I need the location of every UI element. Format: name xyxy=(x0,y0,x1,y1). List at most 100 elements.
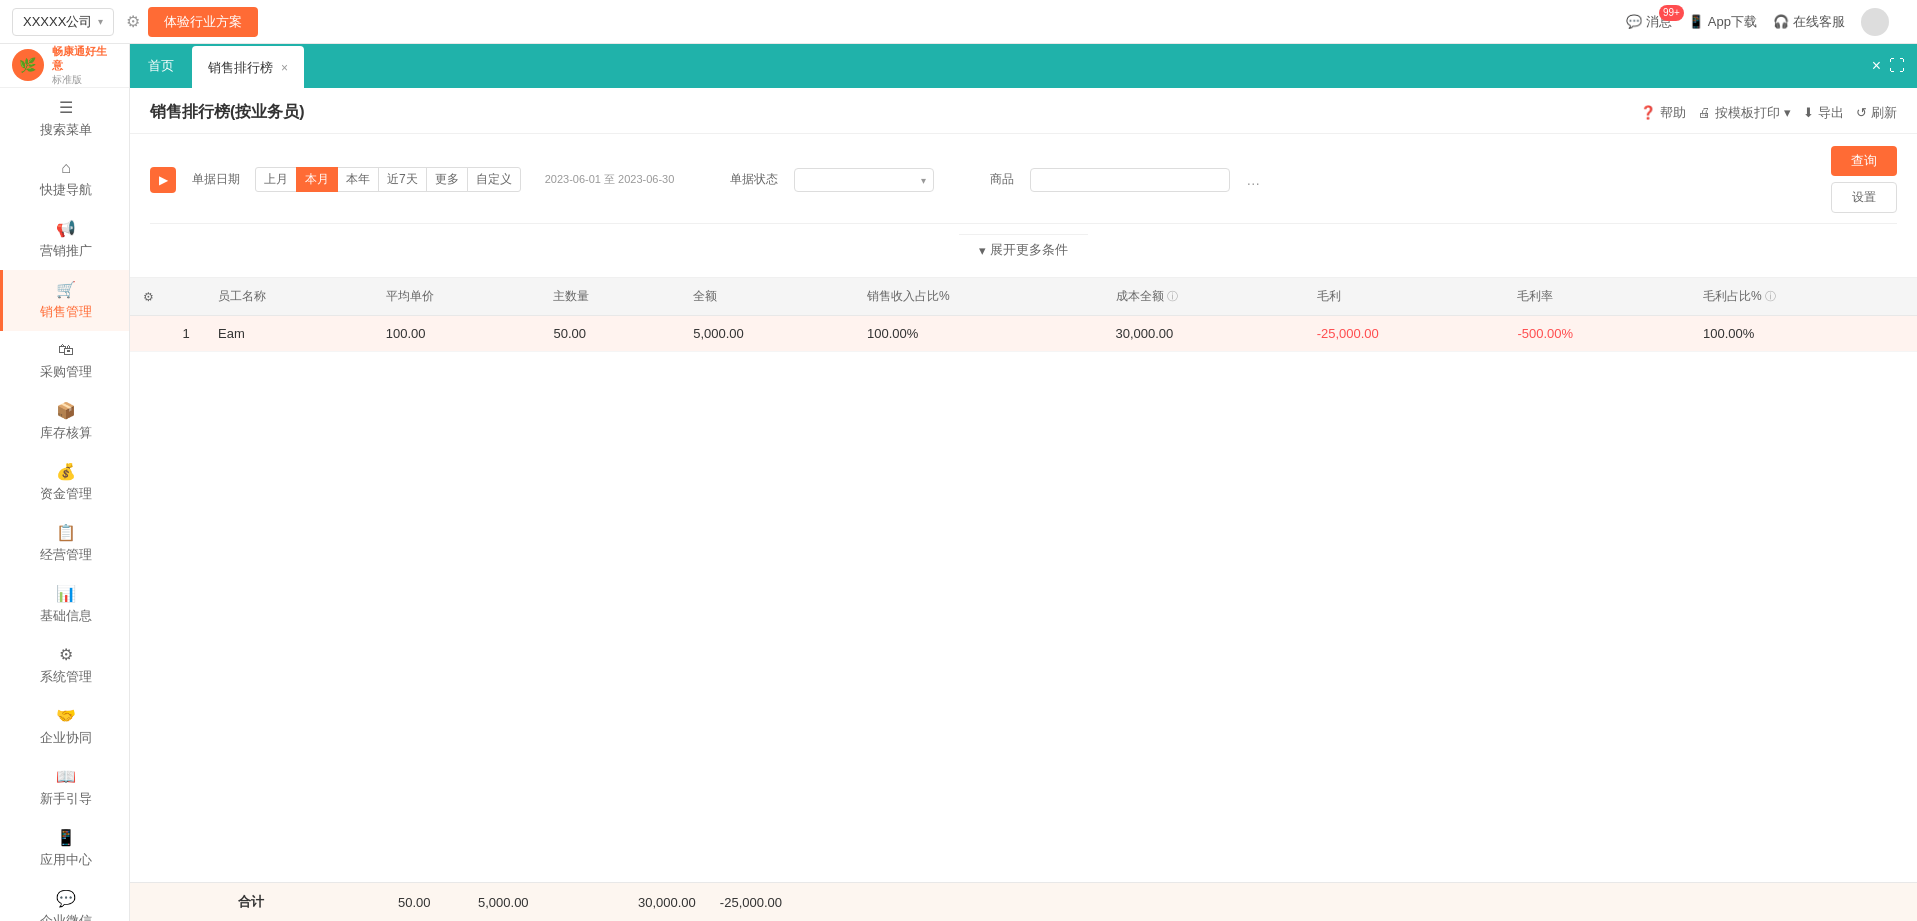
sidebar-item-label: 应用中心 xyxy=(40,851,92,869)
sidebar-item-label: 企业微信 xyxy=(40,912,92,921)
col-rank xyxy=(166,278,206,316)
app-download-label: App下载 xyxy=(1708,13,1757,31)
footer-gross: -25,000.00 xyxy=(708,895,794,910)
query-button[interactable]: 查询 xyxy=(1831,146,1897,176)
row-amount: 5,000.00 xyxy=(681,316,855,352)
help-button[interactable]: ❓ 帮助 xyxy=(1640,104,1686,122)
page-content: 销售排行榜(按业务员) ❓ 帮助 🖨 按模板打印 ▾ ⬇ 导出 xyxy=(130,88,1917,921)
row-gross-rate: -500.00% xyxy=(1505,316,1691,352)
app-center-icon: 📱 xyxy=(56,828,76,847)
sidebar-item-wechat[interactable]: 💬 企业微信 xyxy=(0,879,129,921)
row-cost: 30,000.00 xyxy=(1104,316,1305,352)
col-gross-pct: 毛利占比% ⓘ xyxy=(1691,278,1917,316)
sidebar-item-label: 搜索菜单 xyxy=(40,121,92,139)
status-select-wrap xyxy=(794,168,934,192)
expand-more-label: 展开更多条件 xyxy=(990,241,1068,259)
refresh-label: 刷新 xyxy=(1871,104,1897,122)
date-tab-current-month[interactable]: 本月 xyxy=(296,167,338,192)
sidebar-item-label: 企业协同 xyxy=(40,729,92,747)
col-cost: 成本全额 ⓘ xyxy=(1104,278,1305,316)
sidebar-item-system[interactable]: ⚙ 系统管理 xyxy=(0,635,129,696)
refresh-button[interactable]: ↺ 刷新 xyxy=(1856,104,1897,122)
search-menu-icon: ☰ xyxy=(59,98,73,117)
app-download-button[interactable]: 📱 App下载 xyxy=(1688,13,1757,31)
basic-info-icon: 📊 xyxy=(56,584,76,603)
date-tab-prev-month[interactable]: 上月 xyxy=(255,167,297,192)
tab-close-all-icon[interactable]: × xyxy=(1872,57,1881,75)
print-button[interactable]: 🖨 按模板打印 ▾ xyxy=(1698,104,1791,122)
row-gross-pct: 100.00% xyxy=(1691,316,1917,352)
logo-text-wrap: 畅康通好生意 标准版 xyxy=(52,44,117,87)
sidebar-item-purchase[interactable]: 🛍 采购管理 xyxy=(0,331,129,391)
company-name: XXXXX公司 xyxy=(23,13,92,31)
col-sales-pct: 销售收入占比% xyxy=(855,278,1104,316)
row-avg-price: 100.00 xyxy=(374,316,542,352)
message-button[interactable]: 💬 消息 99+ xyxy=(1626,13,1672,31)
date-tab-7days[interactable]: 近7天 xyxy=(378,167,427,192)
sidebar-item-app-center[interactable]: 📱 应用中心 xyxy=(0,818,129,879)
message-badge: 99+ xyxy=(1659,5,1684,21)
operation-icon: 📋 xyxy=(56,523,76,542)
app-icon: 📱 xyxy=(1688,14,1704,29)
tab-close-icon[interactable]: × xyxy=(281,61,288,75)
sidebar-item-basic-info[interactable]: 📊 基础信息 xyxy=(0,574,129,635)
try-industry-button[interactable]: 体验行业方案 xyxy=(148,7,258,37)
tab-sales-ranking[interactable]: 销售排行榜 × xyxy=(192,46,304,90)
date-tabs: 上月 本月 本年 近7天 更多 自定义 xyxy=(256,167,521,192)
settings-icon[interactable]: ⚙ xyxy=(126,12,140,31)
help-icon: ❓ xyxy=(1640,105,1656,120)
tab-right-actions: × ⛶ xyxy=(1860,57,1917,75)
export-label: 导出 xyxy=(1818,104,1844,122)
date-tab-current-year[interactable]: 本年 xyxy=(337,167,379,192)
tab-maximize-icon[interactable]: ⛶ xyxy=(1889,57,1905,75)
sidebar-item-inventory[interactable]: 📦 库存核算 xyxy=(0,391,129,452)
gross-pct-info-icon: ⓘ xyxy=(1765,290,1776,302)
date-tab-more[interactable]: 更多 xyxy=(426,167,468,192)
sidebar-item-sales[interactable]: 🛒 销售管理 xyxy=(0,270,129,331)
sidebar-item-guide[interactable]: 📖 新手引导 xyxy=(0,757,129,818)
col-settings[interactable]: ⚙ xyxy=(130,278,166,316)
page-actions: ❓ 帮助 🖨 按模板打印 ▾ ⬇ 导出 ↺ 刷新 xyxy=(1640,104,1897,122)
print-icon: 🖨 xyxy=(1698,105,1711,120)
export-button[interactable]: ⬇ 导出 xyxy=(1803,104,1844,122)
expand-chevron-icon: ▾ xyxy=(979,243,986,258)
avatar[interactable] xyxy=(1861,8,1889,36)
row-quantity: 50.00 xyxy=(541,316,681,352)
sidebar-item-label: 新手引导 xyxy=(40,790,92,808)
table-row[interactable]: 1 Eam 100.00 50.00 5,000.00 100.00% 30,0… xyxy=(130,316,1917,352)
print-chevron-icon: ▾ xyxy=(1784,105,1791,120)
sidebar-item-marketing[interactable]: 📢 营销推广 xyxy=(0,209,129,270)
company-selector[interactable]: XXXXX公司 ▾ xyxy=(12,8,114,36)
sidebar-item-quick-nav[interactable]: ⌂ 快捷导航 xyxy=(0,149,129,209)
sidebar-item-label: 采购管理 xyxy=(40,363,92,381)
sidebar-item-cooperation[interactable]: 🤝 企业协同 xyxy=(0,696,129,757)
marketing-icon: 📢 xyxy=(56,219,76,238)
expand-more-button[interactable]: ▾ 展开更多条件 xyxy=(959,234,1088,265)
home-icon: ⌂ xyxy=(61,159,71,177)
goods-ellipsis[interactable]: … xyxy=(1246,172,1260,188)
status-select[interactable] xyxy=(794,168,934,192)
page-title: 销售排行榜(按业务员) xyxy=(150,102,305,123)
col-employee-name: 员工名称 xyxy=(206,278,374,316)
guide-icon: 📖 xyxy=(56,767,76,786)
sidebar-item-search[interactable]: ☰ 搜索菜单 xyxy=(0,88,129,149)
export-icon: ⬇ xyxy=(1803,105,1814,120)
tab-home[interactable]: 首页 xyxy=(130,44,192,88)
date-range-display: 2023-06-01 至 2023-06-30 xyxy=(545,172,675,187)
tab-label: 销售排行榜 xyxy=(208,59,273,77)
filter-expand-arrow[interactable]: ▶ xyxy=(150,167,176,193)
footer-total-label: 合计 xyxy=(226,893,306,911)
sidebar-item-finance[interactable]: 💰 资金管理 xyxy=(0,452,129,513)
setting-button[interactable]: 设置 xyxy=(1831,182,1897,213)
date-tab-custom[interactable]: 自定义 xyxy=(467,167,521,192)
goods-input[interactable] xyxy=(1030,168,1230,192)
content-area: 首页 销售排行榜 × × ⛶ 销售排行榜(按业务员) ❓ 帮助 xyxy=(130,44,1917,921)
data-table: ⚙ 员工名称 平均单价 主数量 全额 销售收入占比% 成本全额 ⓘ 毛利 毛利率… xyxy=(130,278,1917,352)
system-icon: ⚙ xyxy=(59,645,73,664)
page-header: 销售排行榜(按业务员) ❓ 帮助 🖨 按模板打印 ▾ ⬇ 导出 xyxy=(130,88,1917,134)
logo-icon: 🌿 xyxy=(12,49,44,81)
online-service-button[interactable]: 🎧 在线客服 xyxy=(1773,13,1845,31)
action-buttons: 查询 设置 xyxy=(1831,146,1897,213)
sidebar-item-label: 销售管理 xyxy=(40,303,92,321)
sidebar-item-operation[interactable]: 📋 经营管理 xyxy=(0,513,129,574)
